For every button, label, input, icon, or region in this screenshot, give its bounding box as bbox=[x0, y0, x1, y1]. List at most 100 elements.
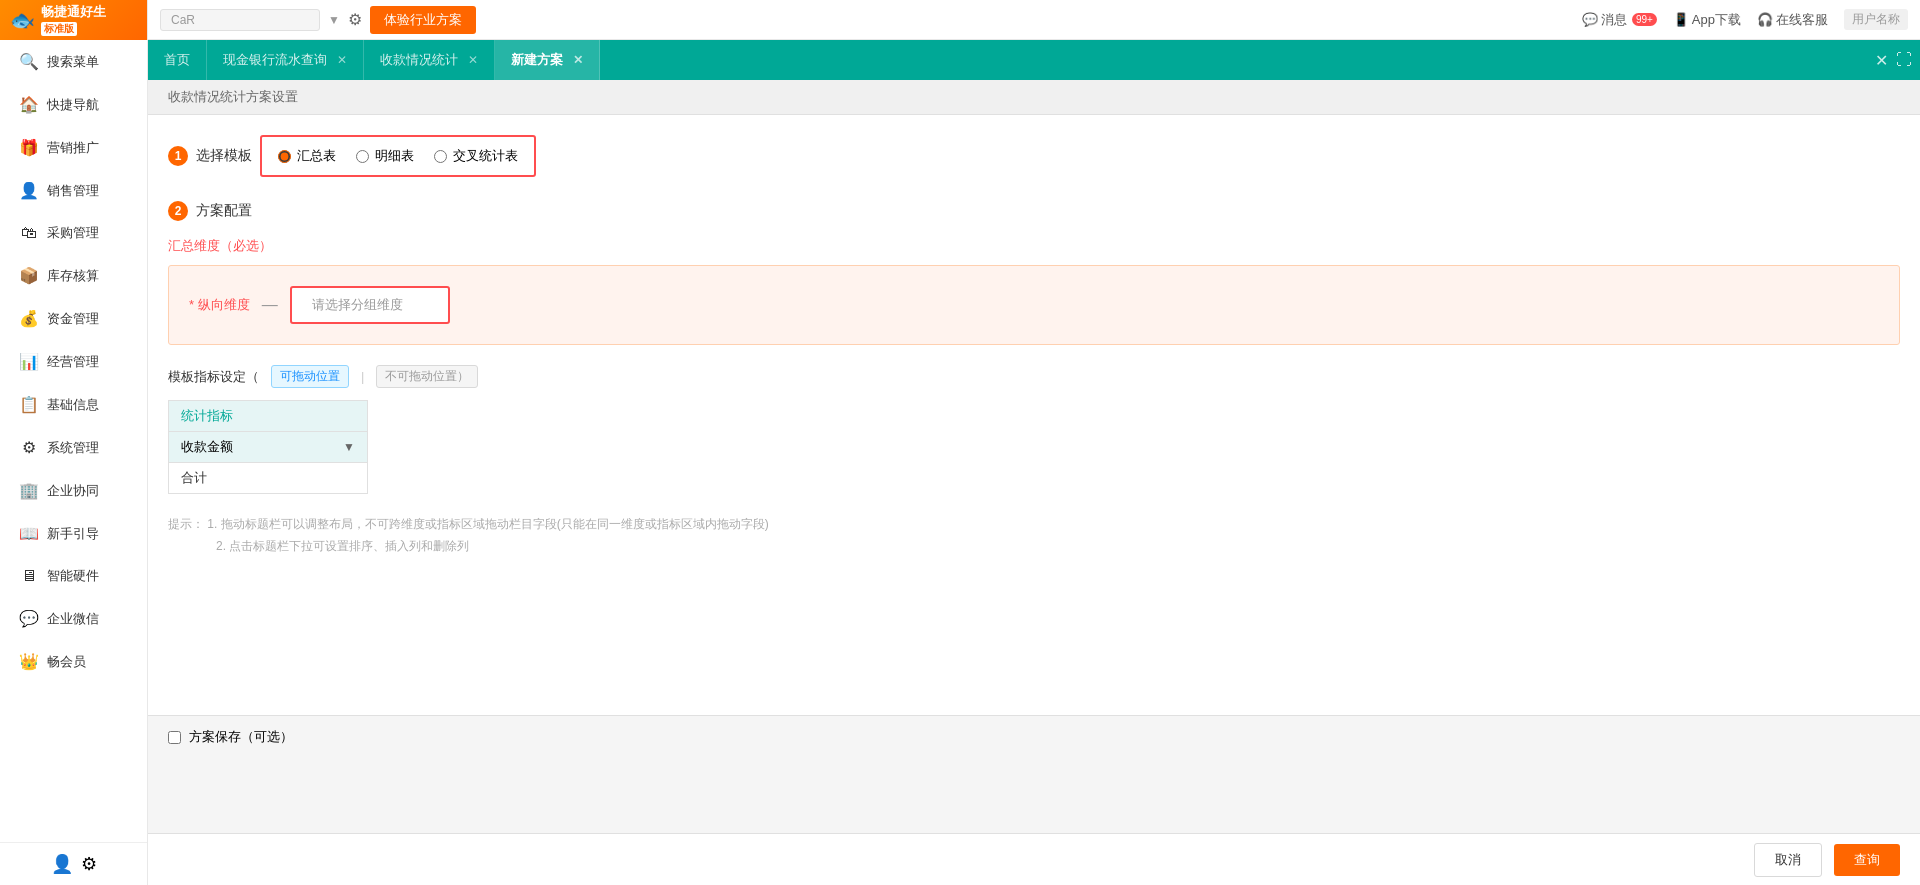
header-actions: 💬 消息 99+ 📱 App下载 🎧 在线客服 用户名称 bbox=[1582, 9, 1908, 30]
step1-number: 1 bbox=[168, 146, 188, 166]
tip-2: 2. 点击标题栏下拉可设置排序、插入列和删除列 bbox=[168, 536, 1900, 558]
clipboard-icon: 📋 bbox=[19, 395, 39, 414]
tab-new-plan-close[interactable]: ✕ bbox=[573, 53, 583, 67]
radio-detail-label: 明细表 bbox=[375, 147, 414, 165]
sidebar-item-sales[interactable]: 👤 销售管理 bbox=[0, 169, 147, 212]
sidebar-item-inventory[interactable]: 📦 库存核算 bbox=[0, 254, 147, 297]
close-all-icon[interactable]: ✕ bbox=[1875, 51, 1888, 70]
crown-icon: 👑 bbox=[19, 652, 39, 671]
sidebar-item-hardware[interactable]: 🖥 智能硬件 bbox=[0, 555, 147, 597]
user-name[interactable]: 用户名称 bbox=[1844, 9, 1908, 30]
radio-cross[interactable]: 交叉统计表 bbox=[434, 147, 518, 165]
indicator-cell-amount[interactable]: 收款金额 ▼ bbox=[169, 432, 367, 463]
dimension-label: 汇总维度（必选） bbox=[168, 237, 1900, 255]
tab-bank-flow[interactable]: 现金银行流水查询 ✕ bbox=[207, 40, 364, 80]
dimension-row: * 纵向维度 — 请选择分组维度 bbox=[189, 286, 1879, 324]
logo-text: 畅捷通好生 bbox=[41, 4, 106, 20]
download-link[interactable]: 📱 App下载 bbox=[1673, 11, 1741, 29]
step2-title: 方案配置 bbox=[196, 202, 252, 220]
sidebar-item-purchase[interactable]: 🛍 采购管理 bbox=[0, 212, 147, 254]
box-icon: 📦 bbox=[19, 266, 39, 285]
tag-not-draggable: 不可拖动位置） bbox=[376, 365, 478, 388]
radio-detail-input[interactable] bbox=[356, 150, 369, 163]
sidebar-item-label: 销售管理 bbox=[47, 182, 99, 200]
bag-icon: 🛍 bbox=[19, 224, 39, 242]
save-option-label[interactable]: 方案保存（可选） bbox=[189, 728, 293, 746]
support-link[interactable]: 🎧 在线客服 bbox=[1757, 11, 1828, 29]
tip-1: 提示： 1. 拖动标题栏可以调整布局，不可跨维度或指标区域拖动栏目字段(只能在同… bbox=[168, 514, 1900, 536]
dimension-arrow: — bbox=[262, 296, 278, 314]
sidebar-item-finance[interactable]: 💰 资金管理 bbox=[0, 297, 147, 340]
indicator-table-header: 统计指标 bbox=[169, 401, 367, 432]
chart-icon: 📊 bbox=[19, 352, 39, 371]
tab-new-plan-label: 新建方案 bbox=[511, 51, 563, 69]
indicator-section: 模板指标设定（ 可拖动位置 | 不可拖动位置） 统计指标 收款金额 ▼ 合计 bbox=[168, 365, 1900, 494]
step2-section: 2 方案配置 汇总维度（必选） * 纵向维度 — 请选择分组维度 bbox=[168, 201, 1900, 557]
tab-controls: ✕ ⛶ bbox=[1867, 51, 1920, 70]
sidebar-item-basic-info[interactable]: 📋 基础信息 bbox=[0, 383, 147, 426]
form-area: 1 选择模板 汇总表 明细表 交叉统计表 bbox=[148, 115, 1920, 715]
sidebar-item-label: 营销推广 bbox=[47, 139, 99, 157]
tag-separator: | bbox=[361, 369, 364, 384]
indicator-table: 统计指标 收款金额 ▼ 合计 bbox=[168, 400, 368, 494]
sidebar: 🐟 畅捷通好生 标准版 🔍 搜索菜单 🏠 快捷导航 🎁 营销推广 👤 销售管理 … bbox=[0, 0, 148, 885]
person-icon: 👤 bbox=[19, 181, 39, 200]
search-menu-icon: 🔍 bbox=[19, 52, 39, 71]
tab-bank-flow-close[interactable]: ✕ bbox=[337, 53, 347, 67]
sidebar-footer: 👤 ⚙ bbox=[0, 842, 147, 885]
sidebar-item-enterprise[interactable]: 🏢 企业协同 bbox=[0, 469, 147, 512]
radio-cross-input[interactable] bbox=[434, 150, 447, 163]
chevron-down-icon: ▼ bbox=[343, 440, 355, 454]
indicator-cell-label: 收款金额 bbox=[181, 438, 233, 456]
sidebar-item-label: 系统管理 bbox=[47, 439, 99, 457]
message-badge: 99+ bbox=[1632, 13, 1657, 26]
search-input[interactable] bbox=[160, 9, 320, 31]
dimension-row-label: * 纵向维度 bbox=[189, 296, 250, 314]
sidebar-item-search-menu[interactable]: 🔍 搜索菜单 bbox=[0, 40, 147, 83]
bottom-bar: 取消 查询 bbox=[148, 833, 1920, 885]
radio-detail[interactable]: 明细表 bbox=[356, 147, 414, 165]
sidebar-item-system[interactable]: ⚙ 系统管理 bbox=[0, 426, 147, 469]
settings-icon[interactable]: ⚙ bbox=[348, 10, 362, 29]
gear-icon: ⚙ bbox=[19, 438, 39, 457]
sidebar-item-guide[interactable]: 📖 新手引导 bbox=[0, 512, 147, 555]
step2-header: 2 方案配置 bbox=[168, 201, 1900, 221]
sidebar-item-label: 企业微信 bbox=[47, 610, 99, 628]
tab-home-label: 首页 bbox=[164, 51, 190, 69]
radio-cross-label: 交叉统计表 bbox=[453, 147, 518, 165]
save-checkbox[interactable] bbox=[168, 731, 181, 744]
sidebar-item-management[interactable]: 📊 经营管理 bbox=[0, 340, 147, 383]
chevron-down-icon[interactable]: ▼ bbox=[328, 13, 340, 27]
sidebar-item-label: 资金管理 bbox=[47, 310, 99, 328]
sidebar-item-quick-nav[interactable]: 🏠 快捷导航 bbox=[0, 83, 147, 126]
sidebar-item-wechat[interactable]: 💬 企业微信 bbox=[0, 597, 147, 640]
tab-receipt-stats-close[interactable]: ✕ bbox=[468, 53, 478, 67]
trial-button[interactable]: 体验行业方案 bbox=[370, 6, 476, 34]
sidebar-item-label: 畅会员 bbox=[47, 653, 86, 671]
sidebar-item-label: 智能硬件 bbox=[47, 567, 99, 585]
sidebar-footer-icon1[interactable]: 👤 bbox=[51, 853, 73, 875]
indicator-settings-header: 模板指标设定（ 可拖动位置 | 不可拖动位置） bbox=[168, 365, 1900, 388]
sidebar-item-marketing[interactable]: 🎁 营销推广 bbox=[0, 126, 147, 169]
expand-icon[interactable]: ⛶ bbox=[1896, 51, 1912, 69]
sidebar-footer-icon2[interactable]: ⚙ bbox=[81, 853, 97, 875]
message-link[interactable]: 💬 消息 99+ bbox=[1582, 11, 1657, 29]
radio-summary[interactable]: 汇总表 bbox=[278, 147, 336, 165]
download-icon: 📱 bbox=[1673, 12, 1689, 27]
main-area: ▼ ⚙ 体验行业方案 💬 消息 99+ 📱 App下载 🎧 在线客服 用户名称 … bbox=[148, 0, 1920, 885]
cancel-button[interactable]: 取消 bbox=[1754, 843, 1822, 877]
dimension-selector[interactable]: 请选择分组维度 bbox=[290, 286, 450, 324]
monitor-icon: 🖥 bbox=[19, 567, 39, 585]
tab-new-plan[interactable]: 新建方案 ✕ bbox=[495, 40, 600, 80]
radio-summary-input[interactable] bbox=[278, 150, 291, 163]
tips-area: 提示： 1. 拖动标题栏可以调整布局，不可跨维度或指标区域拖动栏目字段(只能在同… bbox=[168, 514, 1900, 557]
tab-receipt-stats[interactable]: 收款情况统计 ✕ bbox=[364, 40, 495, 80]
top-header: ▼ ⚙ 体验行业方案 💬 消息 99+ 📱 App下载 🎧 在线客服 用户名称 bbox=[148, 0, 1920, 40]
query-button[interactable]: 查询 bbox=[1834, 844, 1900, 876]
logo-icon: 🐟 bbox=[10, 8, 35, 32]
gift-icon: 🎁 bbox=[19, 138, 39, 157]
tab-home[interactable]: 首页 bbox=[148, 40, 207, 80]
message-icon: 💬 bbox=[1582, 12, 1598, 27]
sidebar-item-member[interactable]: 👑 畅会员 bbox=[0, 640, 147, 683]
save-option-bar: 方案保存（可选） bbox=[148, 715, 1920, 758]
